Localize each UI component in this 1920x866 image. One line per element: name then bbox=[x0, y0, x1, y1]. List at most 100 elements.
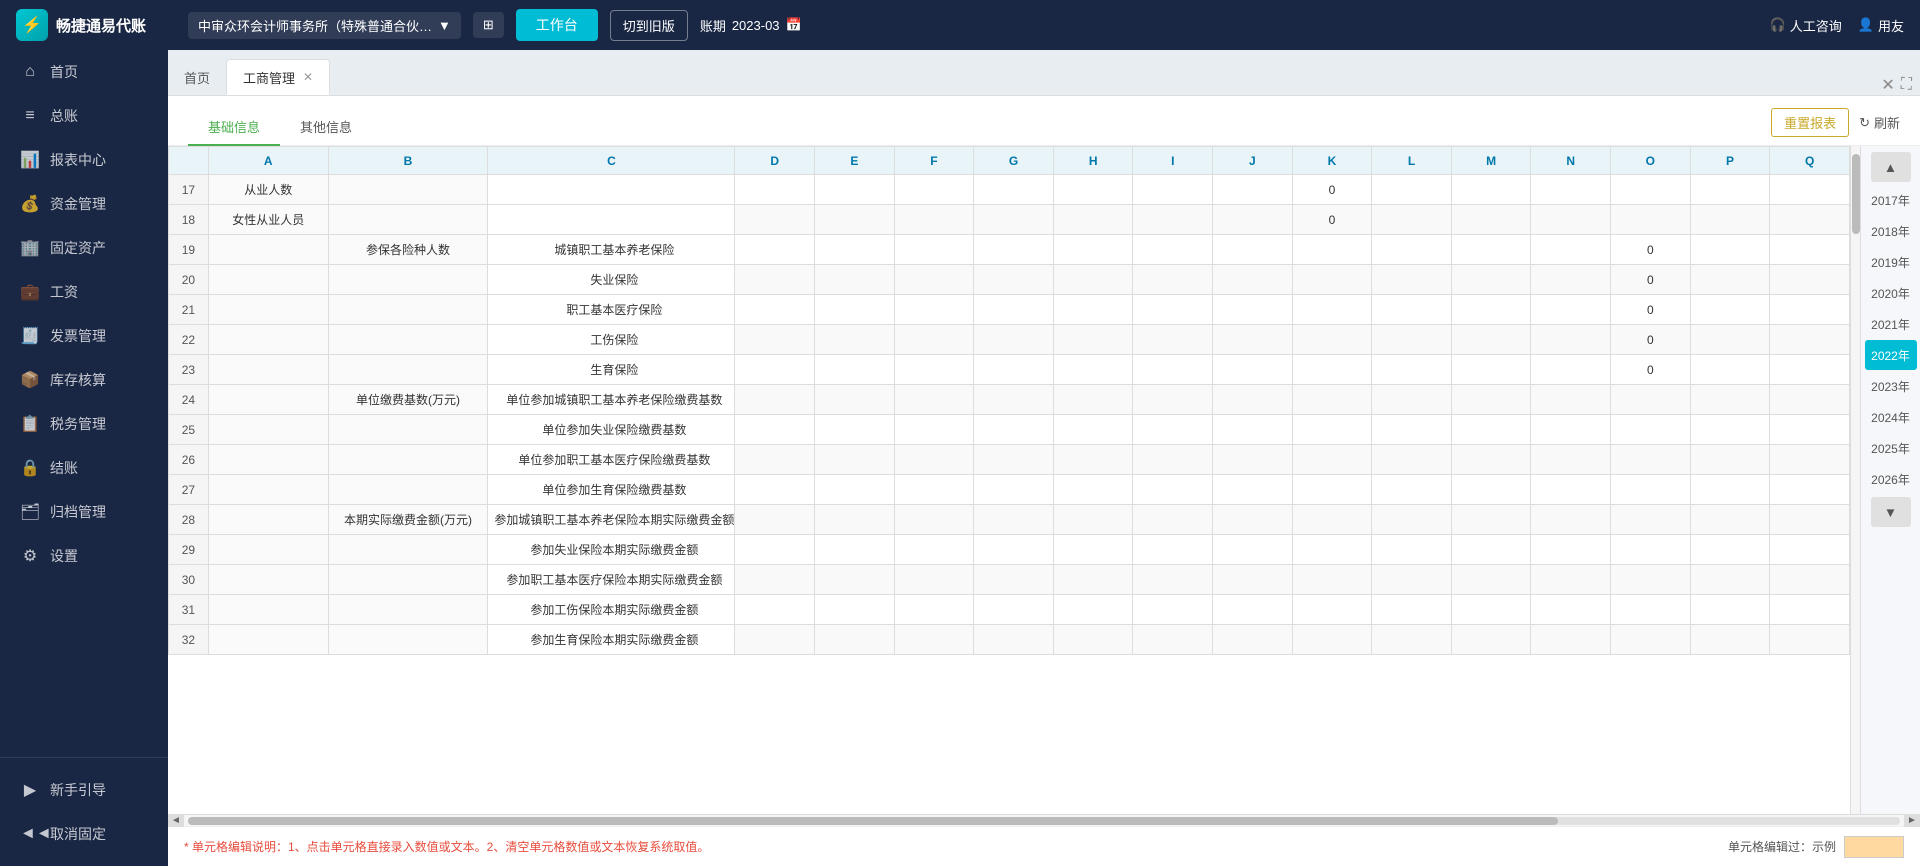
cell-col-l[interactable] bbox=[1372, 175, 1452, 205]
cell-col-d[interactable] bbox=[735, 505, 815, 535]
cell-col-f[interactable] bbox=[894, 385, 974, 415]
cell-col-q[interactable] bbox=[1770, 295, 1850, 325]
cell-col-a[interactable] bbox=[208, 295, 328, 325]
cell-col-a[interactable] bbox=[208, 325, 328, 355]
cell-col-d[interactable] bbox=[735, 235, 815, 265]
cell-col-o[interactable]: 0 bbox=[1611, 355, 1691, 385]
cell-col-a[interactable]: 从业人数 bbox=[208, 175, 328, 205]
cell-col-q[interactable] bbox=[1770, 415, 1850, 445]
cell-col-o[interactable] bbox=[1611, 595, 1691, 625]
cell-col-g[interactable] bbox=[974, 505, 1054, 535]
cell-col-h[interactable] bbox=[1053, 625, 1133, 655]
copy-button[interactable]: ⊞ bbox=[473, 12, 504, 38]
user-area[interactable]: 👤 用友 bbox=[1858, 16, 1904, 35]
cell-col-o[interactable] bbox=[1611, 535, 1691, 565]
cell-col-p[interactable] bbox=[1690, 535, 1770, 565]
cell-col-d[interactable] bbox=[735, 475, 815, 505]
expand-icon[interactable]: ⛶ bbox=[1901, 76, 1912, 94]
cell-col-g[interactable] bbox=[974, 175, 1054, 205]
cell-col-d[interactable] bbox=[735, 535, 815, 565]
cell-col-c[interactable]: 失业保险 bbox=[488, 265, 735, 295]
cell-col-f[interactable] bbox=[894, 505, 974, 535]
cell-col-q[interactable] bbox=[1770, 505, 1850, 535]
cell-col-i[interactable] bbox=[1133, 295, 1213, 325]
cell-col-i[interactable] bbox=[1133, 175, 1213, 205]
sidebar-item-archive[interactable]: 🗂 归档管理 bbox=[0, 490, 168, 534]
cell-col-e[interactable] bbox=[815, 325, 895, 355]
cell-col-g[interactable] bbox=[974, 595, 1054, 625]
cell-col-m[interactable] bbox=[1451, 565, 1531, 595]
tab-industry[interactable]: 工商管理 ✕ bbox=[226, 59, 330, 95]
cell-col-k[interactable]: 0 bbox=[1292, 175, 1372, 205]
cell-col-b[interactable] bbox=[328, 355, 488, 385]
cell-col-q[interactable] bbox=[1770, 205, 1850, 235]
cell-col-n[interactable] bbox=[1531, 595, 1611, 625]
cell-col-d[interactable] bbox=[735, 415, 815, 445]
cell-col-j[interactable] bbox=[1213, 385, 1293, 415]
year-item[interactable]: 2025年 bbox=[1865, 433, 1917, 463]
cell-col-o[interactable]: 0 bbox=[1611, 295, 1691, 325]
cell-col-p[interactable] bbox=[1690, 385, 1770, 415]
cell-col-g[interactable] bbox=[974, 415, 1054, 445]
cell-col-i[interactable] bbox=[1133, 205, 1213, 235]
h-scrollbar[interactable]: ◄ ► bbox=[168, 814, 1920, 826]
cell-col-h[interactable] bbox=[1053, 295, 1133, 325]
cell-col-o[interactable] bbox=[1611, 505, 1691, 535]
cell-col-f[interactable] bbox=[894, 565, 974, 595]
cell-col-n[interactable] bbox=[1531, 415, 1611, 445]
cell-col-o[interactable] bbox=[1611, 565, 1691, 595]
v-scrollbar[interactable] bbox=[1850, 146, 1860, 814]
cell-col-c[interactable]: 参加工伤保险本期实际缴费金额 bbox=[488, 595, 735, 625]
sidebar-item-inventory[interactable]: 📦 库存核算 bbox=[0, 358, 168, 402]
cell-col-g[interactable] bbox=[974, 205, 1054, 235]
cell-col-b[interactable] bbox=[328, 205, 488, 235]
cell-col-k[interactable] bbox=[1292, 415, 1372, 445]
cell-col-d[interactable] bbox=[735, 355, 815, 385]
cell-col-p[interactable] bbox=[1690, 475, 1770, 505]
cell-col-f[interactable] bbox=[894, 415, 974, 445]
cell-col-d[interactable] bbox=[735, 205, 815, 235]
cell-col-a[interactable] bbox=[208, 415, 328, 445]
cell-col-c[interactable]: 单位参加生育保险缴费基数 bbox=[488, 475, 735, 505]
cell-col-g[interactable] bbox=[974, 445, 1054, 475]
cell-col-g[interactable] bbox=[974, 295, 1054, 325]
cell-col-i[interactable] bbox=[1133, 325, 1213, 355]
cell-col-i[interactable] bbox=[1133, 595, 1213, 625]
cell-col-p[interactable] bbox=[1690, 625, 1770, 655]
cell-col-b[interactable] bbox=[328, 595, 488, 625]
sidebar-item-report[interactable]: 📊 报表中心 bbox=[0, 138, 168, 182]
cell-col-j[interactable] bbox=[1213, 295, 1293, 325]
cell-col-l[interactable] bbox=[1372, 625, 1452, 655]
cell-col-d[interactable] bbox=[735, 175, 815, 205]
cell-col-a[interactable] bbox=[208, 535, 328, 565]
sidebar-item-fund[interactable]: 💰 资金管理 bbox=[0, 182, 168, 226]
cell-col-k[interactable] bbox=[1292, 265, 1372, 295]
h-scroll-right-arrow[interactable]: ► bbox=[1904, 815, 1920, 827]
cell-col-l[interactable] bbox=[1372, 265, 1452, 295]
cell-col-h[interactable] bbox=[1053, 235, 1133, 265]
cell-col-l[interactable] bbox=[1372, 505, 1452, 535]
cell-col-c[interactable]: 单位参加失业保险缴费基数 bbox=[488, 415, 735, 445]
cell-col-q[interactable] bbox=[1770, 175, 1850, 205]
cell-col-d[interactable] bbox=[735, 265, 815, 295]
cell-col-c[interactable]: 单位参加城镇职工基本养老保险缴费基数 bbox=[488, 385, 735, 415]
cell-col-e[interactable] bbox=[815, 205, 895, 235]
cell-col-j[interactable] bbox=[1213, 475, 1293, 505]
reset-button[interactable]: 重置报表 bbox=[1771, 108, 1849, 137]
cell-col-i[interactable] bbox=[1133, 355, 1213, 385]
cell-col-b[interactable] bbox=[328, 295, 488, 325]
cell-col-n[interactable] bbox=[1531, 565, 1611, 595]
cell-col-q[interactable] bbox=[1770, 535, 1850, 565]
cell-col-q[interactable] bbox=[1770, 445, 1850, 475]
cell-col-k[interactable] bbox=[1292, 355, 1372, 385]
sidebar-item-wage[interactable]: 💼 工资 bbox=[0, 270, 168, 314]
cell-col-i[interactable] bbox=[1133, 535, 1213, 565]
cell-col-j[interactable] bbox=[1213, 565, 1293, 595]
cell-col-b[interactable] bbox=[328, 535, 488, 565]
cell-col-k[interactable] bbox=[1292, 595, 1372, 625]
cell-col-p[interactable] bbox=[1690, 175, 1770, 205]
cell-col-a[interactable] bbox=[208, 565, 328, 595]
customer-service[interactable]: 🎧 人工咨询 bbox=[1770, 16, 1842, 35]
cell-col-j[interactable] bbox=[1213, 325, 1293, 355]
year-item[interactable]: 2020年 bbox=[1865, 278, 1917, 308]
